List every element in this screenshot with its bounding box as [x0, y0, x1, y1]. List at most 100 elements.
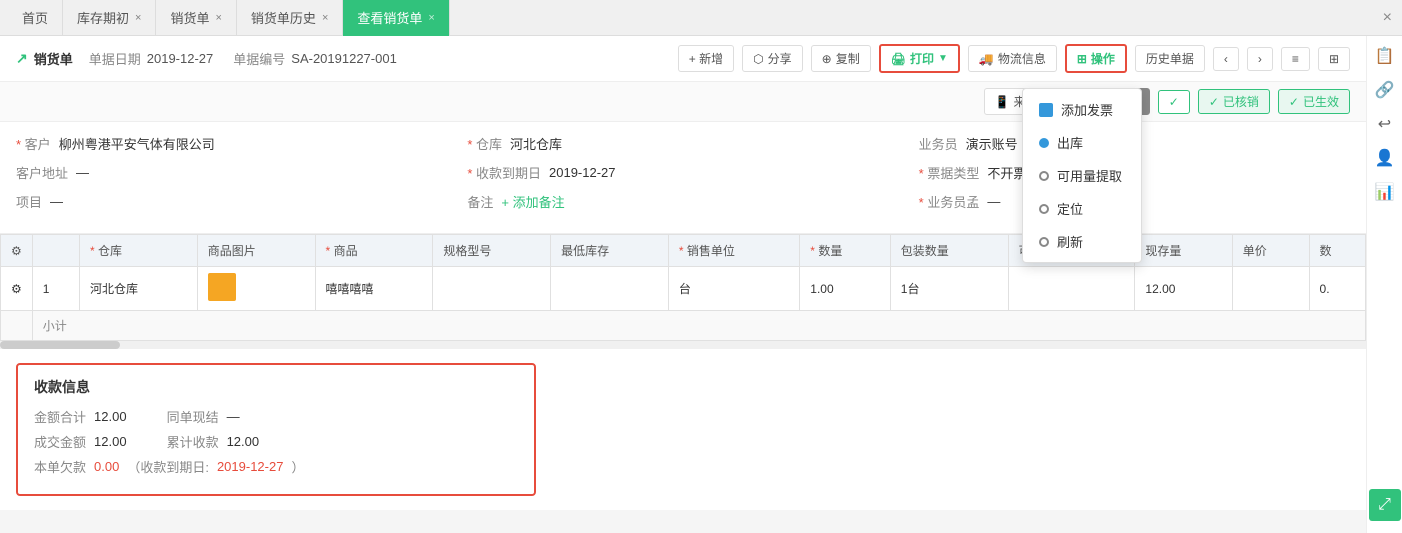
logistics-button[interactable]: 🚚 物流信息 — [968, 45, 1057, 72]
salesperson-value: 演示账号 — [966, 134, 1018, 153]
th-amount: 数 — [1309, 235, 1365, 267]
tab-view-sales[interactable]: 查看销货单 × — [343, 0, 449, 36]
sidebar-icon-3[interactable]: ↩ — [1369, 108, 1401, 140]
row-num: 1 — [32, 267, 79, 311]
print-button[interactable]: 🖨 打印 ▼ — [879, 44, 960, 73]
sidebar-icon-expand[interactable]: ⤢ — [1369, 489, 1401, 521]
tab-sales-history[interactable]: 销货单历史 × — [237, 0, 343, 36]
table-header-row: ⚙ 仓库 商品图片 商品 规格型号 最低库存 销售单位 数量 包装数量 可用量 … — [1, 235, 1366, 267]
number-value: SA-20191227-001 — [291, 51, 397, 66]
remark-label: 备注 — [467, 192, 493, 211]
product-table-section: ⚙ 仓库 商品图片 商品 规格型号 最低库存 销售单位 数量 包装数量 可用量 … — [0, 234, 1366, 349]
print-label: 打印 — [910, 50, 934, 67]
tab-sales-history-label: 销货单历史 — [251, 8, 316, 27]
form-section: 客户 柳州粤港平安气体有限公司 仓库 河北仓库 业务员 演示账号 客户地址 — … — [0, 122, 1366, 234]
tab-sales-history-close[interactable]: × — [322, 12, 328, 24]
tab-view-sales-label: 查看销货单 — [357, 8, 422, 27]
remark-add-label: 添加备注 — [513, 195, 565, 210]
available-qty-label: 可用量提取 — [1057, 166, 1122, 185]
tab-inventory-close[interactable]: × — [135, 12, 141, 24]
same-order-item: 同单现结 — — [167, 407, 240, 426]
prev-record-button[interactable]: ‹ — [1213, 47, 1239, 71]
address-label: 客户地址 — [16, 163, 68, 182]
remark-field: 备注 + 添加备注 — [467, 192, 898, 211]
same-order-value: — — [227, 409, 240, 424]
add-icon: + — [501, 195, 509, 210]
warehouse-value: 河北仓库 — [510, 134, 562, 153]
project-value: — — [50, 194, 63, 209]
row-warehouse: 河北仓库 — [80, 267, 198, 311]
operations-button[interactable]: ⊞ 操作 — [1065, 44, 1127, 73]
operations-dropdown: 添加发票 出库 可用量提取 定位 刷新 — [1022, 88, 1142, 263]
sidebar-icon-5[interactable]: 📊 — [1369, 176, 1401, 208]
warehouse-field: 仓库 河北仓库 — [467, 134, 898, 153]
history-button[interactable]: 历史单据 — [1135, 45, 1205, 72]
sidebar-icon-1[interactable]: 📋 — [1369, 40, 1401, 72]
tab-sales-close[interactable]: × — [215, 12, 221, 24]
th-pack-qty: 包装数量 — [890, 235, 1008, 267]
product-table: ⚙ 仓库 商品图片 商品 规格型号 最低库存 销售单位 数量 包装数量 可用量 … — [0, 234, 1366, 341]
tab-home[interactable]: 首页 — [8, 0, 63, 36]
doc-title: ↗ 销货单 — [16, 49, 73, 68]
th-spec: 规格型号 — [433, 235, 551, 267]
table-scroll-thumb[interactable] — [0, 341, 120, 349]
view-grid-button[interactable]: ⊞ — [1318, 47, 1350, 71]
row-product: 嘻嘻嘻嘻 — [315, 267, 433, 311]
project-field: 项目 — — [16, 192, 447, 211]
payment-row-1: 金额合计 12.00 同单现结 — — [34, 407, 518, 426]
row-gear[interactable]: ⚙ — [1, 267, 33, 311]
row-available — [1008, 267, 1135, 311]
tab-sales[interactable]: 销货单 × — [156, 0, 236, 36]
add-invoice-label: 添加发票 — [1061, 100, 1113, 119]
sales-order-icon: ↗ — [16, 50, 28, 67]
form-row-1: 客户 柳州粤港平安气体有限公司 仓库 河北仓库 业务员 演示账号 — [16, 134, 1350, 153]
add-remark-link[interactable]: + 添加备注 — [501, 192, 564, 211]
customer-value: 柳州粤港平安气体有限公司 — [59, 134, 215, 153]
dropdown-locate[interactable]: 定位 — [1023, 192, 1141, 225]
effective-check-icon: ✓ — [1289, 95, 1299, 109]
customer-field: 客户 柳州粤港平安气体有限公司 — [16, 134, 447, 153]
available-qty-icon — [1039, 171, 1049, 181]
ticket-type-label: 票据类型 — [919, 163, 980, 182]
dropdown-refresh[interactable]: 刷新 — [1023, 225, 1141, 258]
share-button[interactable]: ⬡ 分享 — [742, 45, 803, 72]
ship-out-icon — [1039, 138, 1049, 148]
next-record-button[interactable]: › — [1247, 47, 1273, 71]
warehouse-label: 仓库 — [467, 134, 502, 153]
view-list-button[interactable]: ≡ — [1281, 47, 1310, 71]
subtotal-gear — [1, 311, 33, 341]
form-row-3: 项目 — 备注 + 添加备注 业务员孟 — — [16, 192, 1350, 211]
tab-inventory[interactable]: 库存期初 × — [63, 0, 156, 36]
doc-meta: 单据日期 2019-12-27 单据编号 SA-20191227-001 — [89, 49, 662, 68]
project-label: 项目 — [16, 192, 42, 211]
payment-date-value: 2019-12-27 — [549, 165, 616, 180]
locate-icon — [1039, 204, 1049, 214]
address-field: 客户地址 — — [16, 163, 447, 182]
operations-grid-icon: ⊞ — [1077, 52, 1087, 66]
total-item: 金额合计 12.00 — [34, 407, 127, 426]
sidebar-icon-2[interactable]: 🔗 — [1369, 74, 1401, 106]
owed-item: 本单欠款 0.00 （收款到期日: 2019-12-27 ） — [34, 457, 304, 476]
refresh-icon — [1039, 237, 1049, 247]
window-close-button[interactable]: × — [1383, 9, 1392, 27]
logistics-label: 物流信息 — [998, 50, 1046, 67]
copy-label: 复制 — [836, 50, 860, 67]
tab-inventory-label: 库存期初 — [77, 8, 129, 27]
new-button[interactable]: + 新增 — [678, 45, 734, 72]
owed-label: 本单欠款 — [34, 457, 86, 476]
tab-view-sales-close[interactable]: × — [428, 12, 434, 24]
table-scroll-bar[interactable] — [0, 341, 1366, 349]
dropdown-ship-out[interactable]: 出库 — [1023, 126, 1141, 159]
history-label: 历史单据 — [1146, 50, 1194, 67]
sidebar-icon-4[interactable]: 👤 — [1369, 142, 1401, 174]
number-label: 单据编号 — [233, 49, 285, 68]
copy-button[interactable]: ⊕ 复制 — [811, 45, 871, 72]
transaction-label: 成交金额 — [34, 432, 86, 451]
row-image — [197, 267, 315, 311]
right-sidebar: 📋 🔗 ↩ 👤 📊 ⤢ — [1366, 36, 1402, 533]
row-unit-price — [1232, 267, 1309, 311]
dropdown-add-invoice[interactable]: 添加发票 — [1023, 93, 1141, 126]
confirm-button[interactable]: ✓ — [1158, 90, 1190, 114]
refresh-label: 刷新 — [1057, 232, 1083, 251]
dropdown-available-qty[interactable]: 可用量提取 — [1023, 159, 1141, 192]
